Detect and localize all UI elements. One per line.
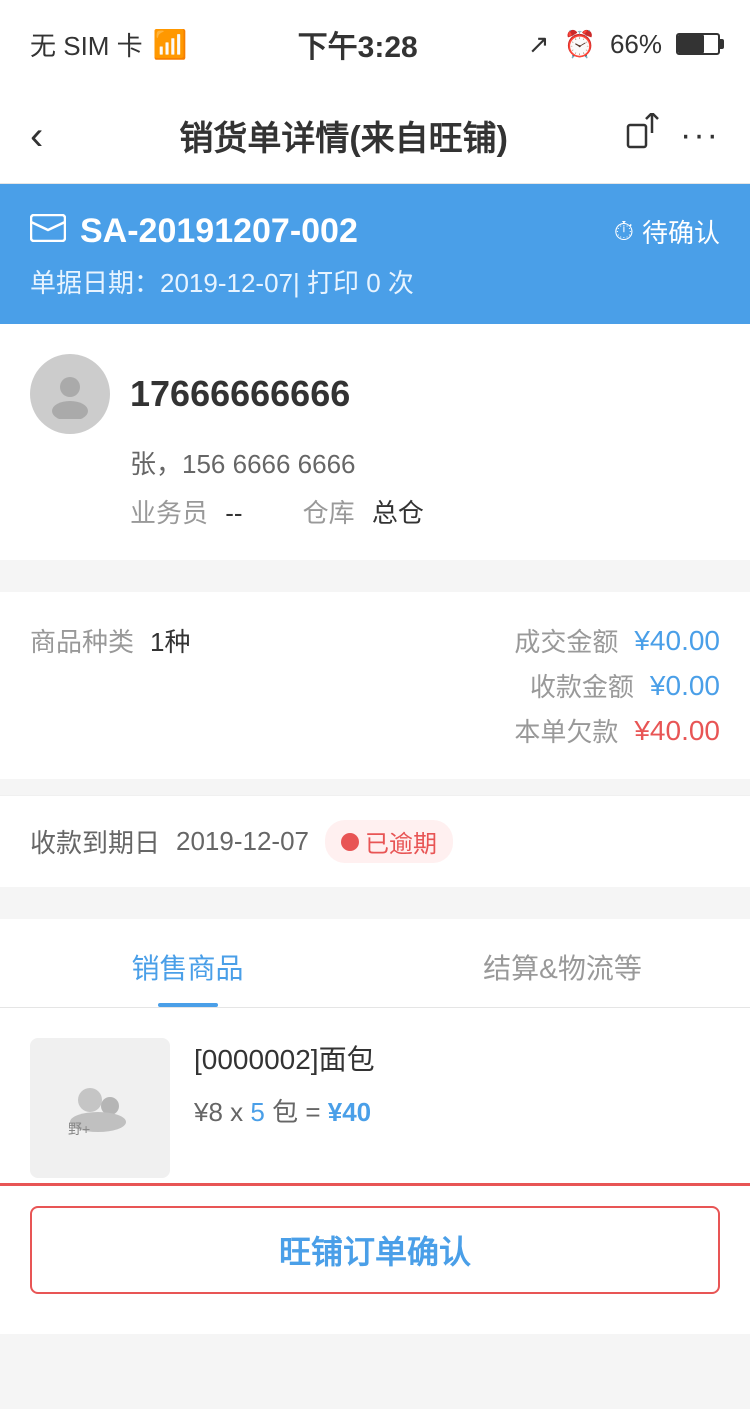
time-display: 下午3:28 [298, 22, 418, 66]
share-icon[interactable] [624, 113, 660, 158]
avatar [30, 354, 110, 434]
summary-right: 成交金额 ¥40.00 收款金额 ¥0.00 本单欠款 ¥40.00 [514, 622, 720, 749]
order-status: ⏱ 待确认 [614, 213, 720, 250]
summary-card: 商品种类 1种 成交金额 ¥40.00 收款金额 ¥0.00 本单欠款 ¥40.… [0, 592, 750, 779]
summary-grid: 商品种类 1种 成交金额 ¥40.00 收款金额 ¥0.00 本单欠款 ¥40.… [30, 622, 720, 749]
product-price: ¥8 x 5 包 = ¥40 [194, 1092, 720, 1129]
battery-icon [676, 33, 720, 55]
tab-settlement[interactable]: 结算&物流等 [375, 919, 750, 1007]
overdue-label: 已逾期 [365, 824, 437, 859]
wifi-icon: 📶 [153, 28, 188, 61]
more-icon[interactable]: ··· [680, 116, 720, 155]
customer-card: 17666666666 张，156 6666 6666 业务员 -- 仓库 总仓 [0, 324, 750, 560]
divider-1 [0, 576, 750, 592]
carrier-label: 无 SIM 卡 [30, 26, 143, 63]
product-info: [0000002]面包 ¥8 x 5 包 = ¥40 [194, 1038, 720, 1178]
svg-text:野+: 野+ [68, 1121, 90, 1137]
back-button[interactable]: ‹ [30, 116, 43, 156]
clock-icon: ⏱ [614, 216, 634, 248]
order-date-row: 单据日期：2019-12-07| 打印 0 次 [30, 263, 720, 300]
status-bar: 无 SIM 卡 📶 下午3:28 ↗ ⏰ 66% [0, 0, 750, 88]
confirm-order-button[interactable]: 旺铺订单确认 [30, 1206, 720, 1294]
alarm-icon: ⏰ [564, 29, 596, 60]
nav-actions: ··· [624, 113, 720, 158]
table-row: 野+ [0000002]面包 ¥8 x 5 包 = ¥40 [0, 1008, 750, 1209]
customer-phone: 17666666666 [130, 373, 350, 415]
tab-products[interactable]: 销售商品 [0, 919, 375, 1007]
tabs: 销售商品 结算&物流等 [0, 919, 750, 1008]
item-type-row: 商品种类 1种 [30, 622, 190, 659]
bottom-action: 旺铺订单确认 [0, 1183, 750, 1334]
warehouse-info: 仓库 总仓 [303, 493, 424, 530]
owed-amount-row: 本单欠款 ¥40.00 [514, 712, 720, 749]
battery-label: 66% [610, 29, 662, 60]
due-date-label: 收款到期日 [30, 823, 160, 860]
summary-left: 商品种类 1种 [30, 622, 190, 659]
customer-row: 17666666666 [30, 354, 720, 434]
status-left: 无 SIM 卡 📶 [30, 26, 188, 63]
overdue-badge: 已逾期 [325, 820, 453, 863]
order-number: SA-20191207-002 [30, 212, 358, 251]
customer-meta: 业务员 -- 仓库 总仓 [130, 493, 720, 530]
customer-name: 张，156 6666 6666 [130, 444, 720, 481]
order-header: SA-20191207-002 ⏱ 待确认 单据日期：2019-12-07| 打… [0, 184, 750, 324]
product-name: [0000002]面包 [194, 1038, 720, 1078]
order-header-top: SA-20191207-002 ⏱ 待确认 [30, 212, 720, 251]
divider-2 [0, 903, 750, 919]
received-amount-row: 收款金额 ¥0.00 [530, 667, 720, 704]
overdue-dot [341, 833, 359, 851]
status-right: ↗ ⏰ 66% [528, 29, 720, 60]
product-thumbnail: 野+ [30, 1038, 170, 1178]
due-date-value: 2019-12-07 [176, 826, 309, 857]
due-date-row: 收款到期日 2019-12-07 已逾期 [0, 795, 750, 887]
location-icon: ↗ [528, 29, 550, 60]
nav-bar: ‹ 销货单详情(来自旺铺) ··· [0, 88, 750, 184]
page-title: 销货单详情(来自旺铺) [63, 111, 624, 160]
deal-amount-row: 成交金额 ¥40.00 [514, 622, 720, 659]
order-icon [30, 212, 66, 251]
sales-info: 业务员 -- [130, 493, 243, 530]
product-list: 野+ [0000002]面包 ¥8 x 5 包 = ¥40 [0, 1008, 750, 1209]
